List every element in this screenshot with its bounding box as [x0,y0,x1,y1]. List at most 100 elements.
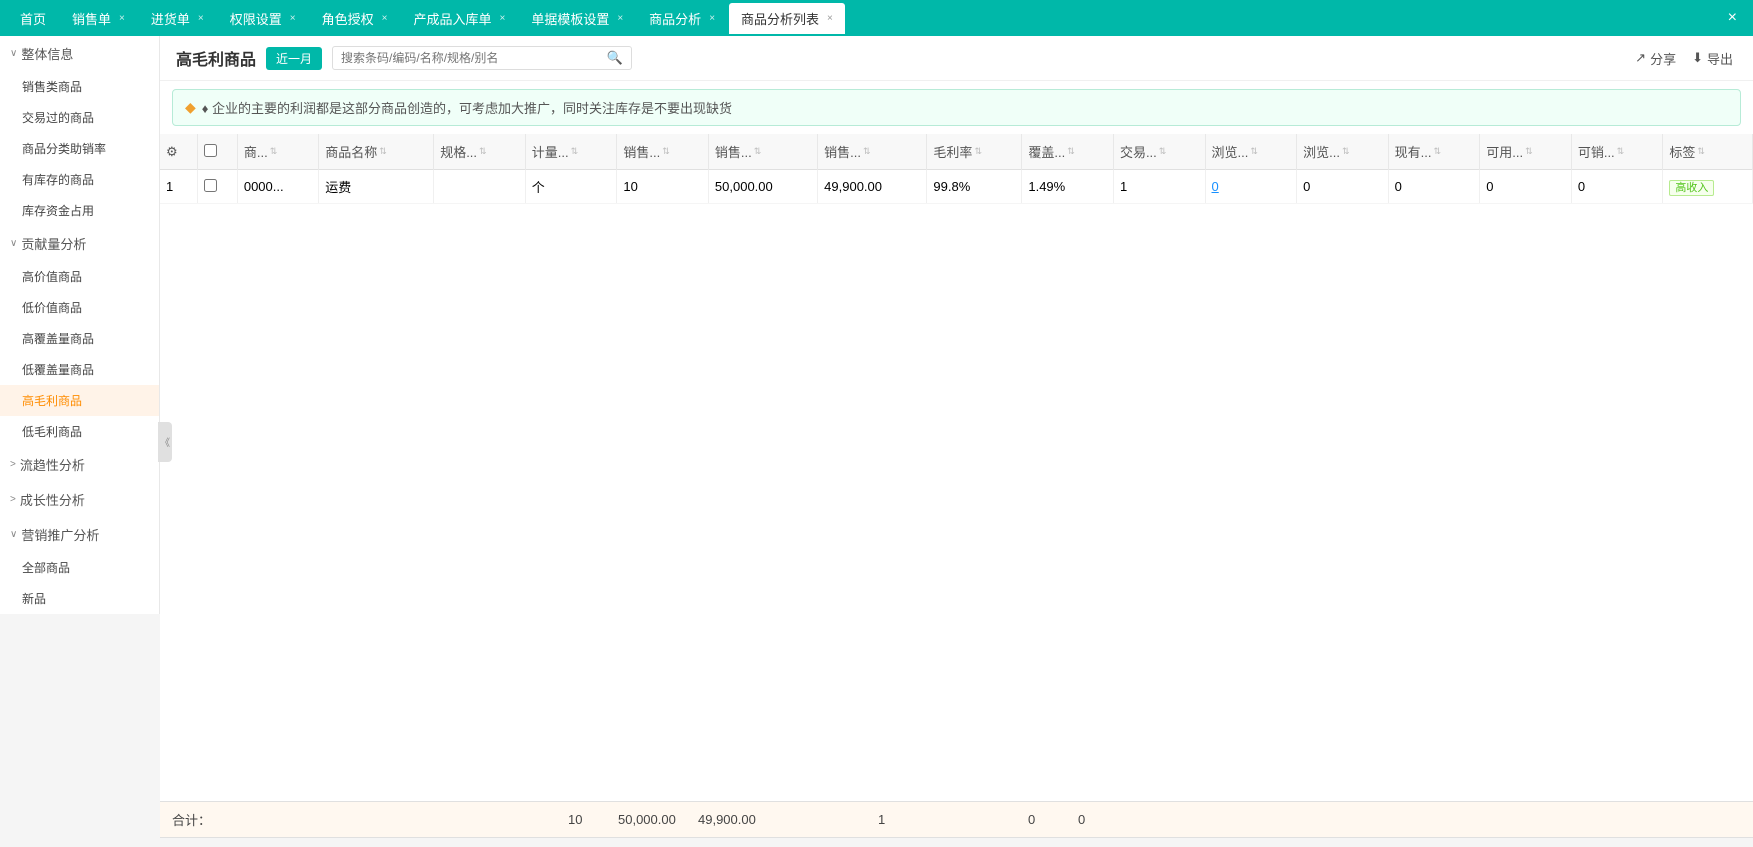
nav-close-icon-8[interactable]: × [827,13,833,24]
sort-icon-gross_margin[interactable]: ⇅ [974,146,982,157]
sidebar-item-0-2[interactable]: 商品分类助销率 [0,133,159,164]
nav-item-1[interactable]: 销售单× [60,3,137,34]
col-header-unit[interactable]: 计量...⇅ [525,134,617,170]
search-icon[interactable]: 🔍 [607,50,623,66]
col-header-sellable_stock[interactable]: 可销...⇅ [1571,134,1663,170]
close-window-button[interactable]: × [1720,5,1745,31]
sidebar-section-0[interactable]: ∨整体信息 [0,36,159,71]
nav-item-0[interactable]: 首页 [8,3,58,34]
sidebar-item-1-5[interactable]: 低毛利商品 [0,416,159,447]
table-container[interactable]: ⚙商...⇅商品名称⇅规格...⇅计量...⇅销售...⇅销售...⇅销售...… [160,134,1753,801]
cell-sellable_stock: 0 [1571,170,1663,204]
col-header-tag[interactable]: 标签⇅ [1663,134,1753,170]
select-all-checkbox[interactable] [204,144,217,157]
nav-close-icon-4[interactable]: × [382,13,388,24]
nav-close-icon-2[interactable]: × [198,13,204,24]
sidebar-item-0-0[interactable]: 销售类商品 [0,71,159,102]
footer-cell-3 [352,812,452,827]
cell-link-browse1[interactable]: 0 [1212,179,1219,194]
sort-icon-spec[interactable]: ⇅ [479,146,487,157]
sort-icon-code[interactable]: ⇅ [270,146,278,157]
settings-icon[interactable]: ⚙ [166,144,178,159]
sidebar-collapse-button[interactable]: 《 [158,422,172,462]
col-header-sales_qty[interactable]: 销售...⇅ [617,134,709,170]
sidebar-item-1-3[interactable]: 低覆盖量商品 [0,354,159,385]
sidebar-item-0-3[interactable]: 有库存的商品 [0,164,159,195]
nav-close-icon-3[interactable]: × [290,13,296,24]
sidebar: ∨整体信息销售类商品交易过的商品商品分类助销率有库存的商品库存资金占用∨贡献量分… [0,36,160,614]
section-arrow-icon: > [10,494,16,505]
nav-item-4[interactable]: 角色授权× [310,3,400,34]
search-input[interactable] [341,51,603,65]
sidebar-item-0-1[interactable]: 交易过的商品 [0,102,159,133]
cell-coverage: 1.49% [1022,170,1114,204]
col-header-name[interactable]: 商品名称⇅ [319,134,434,170]
sort-icon-current_stock[interactable]: ⇅ [1434,146,1442,157]
sidebar-section-1[interactable]: ∨贡献量分析 [0,226,159,261]
sort-icon-sales_amount[interactable]: ⇅ [754,146,762,157]
content-area: 高毛利商品 近一月 🔍 ↗ 分享 ⬇ 导出 ◆ ♦ 企业的主要的利润都是这部分商… [160,36,1753,847]
nav-item-8[interactable]: 商品分析列表× [729,3,845,34]
col-header-coverage[interactable]: 覆盖...⇅ [1022,134,1114,170]
table-row: 10000...运费个1050,000.0049,900.0099.8%1.49… [160,170,1753,204]
footer-cell-16 [1122,812,1172,827]
sidebar-section-2[interactable]: >流趋性分析 [0,447,159,482]
sidebar-section-4[interactable]: ∨营销推广分析 [0,517,159,552]
main-layout: ∨整体信息销售类商品交易过的商品商品分类助销率有库存的商品库存资金占用∨贡献量分… [0,36,1753,847]
col-header-browse1[interactable]: 浏览...⇅ [1205,134,1297,170]
col-header-settings[interactable]: ⚙ [160,134,197,170]
col-header-current_stock[interactable]: 现有...⇅ [1388,134,1480,170]
col-label-code: 商... [244,142,268,161]
sidebar-item-1-1[interactable]: 低价值商品 [0,292,159,323]
sort-icon-sellable_stock[interactable]: ⇅ [1617,146,1625,157]
sidebar-item-0-4[interactable]: 库存资金占用 [0,195,159,226]
cell-available_stock: 0 [1480,170,1572,204]
sidebar-item-4-1[interactable]: 新品 [0,583,159,614]
share-button[interactable]: ↗ 分享 [1631,47,1680,70]
share-icon: ↗ [1635,50,1646,66]
sort-icon-available_stock[interactable]: ⇅ [1525,146,1533,157]
nav-item-5[interactable]: 产成品入库单× [401,3,517,34]
col-header-sales_amount[interactable]: 销售...⇅ [708,134,817,170]
nav-close-icon-7[interactable]: × [709,13,715,24]
sort-icon-sales_profit[interactable]: ⇅ [863,146,871,157]
col-header-transaction[interactable]: 交易...⇅ [1113,134,1205,170]
sort-icon-name[interactable]: ⇅ [379,146,387,157]
sort-icon-browse2[interactable]: ⇅ [1342,146,1350,157]
sidebar-item-1-0[interactable]: 高价值商品 [0,261,159,292]
sidebar-item-1-4[interactable]: 高毛利商品 [0,385,159,416]
export-button[interactable]: ⬇ 导出 [1688,47,1737,70]
sort-icon-unit[interactable]: ⇅ [571,146,579,157]
sort-icon-tag[interactable]: ⇅ [1697,146,1705,157]
col-label-transaction: 交易... [1120,142,1157,161]
sort-icon-browse1[interactable]: ⇅ [1250,146,1258,157]
sidebar-section-3[interactable]: >成长性分析 [0,482,159,517]
col-label-unit: 计量... [532,142,569,161]
col-header-gross_margin[interactable]: 毛利率⇅ [927,134,1022,170]
nav-item-6[interactable]: 单据模板设置× [519,3,635,34]
bottom-scrollbar[interactable] [160,837,1753,847]
nav-close-icon-1[interactable]: × [119,13,125,24]
row-checkbox-0[interactable] [204,179,217,192]
col-header-sales_profit[interactable]: 销售...⇅ [818,134,927,170]
sort-icon-coverage[interactable]: ⇅ [1067,146,1075,157]
sidebar-item-1-2[interactable]: 高覆盖量商品 [0,323,159,354]
time-filter-button[interactable]: 近一月 [266,47,322,70]
col-label-gross_margin: 毛利率 [933,142,972,161]
nav-item-3[interactable]: 权限设置× [218,3,308,34]
cell-unit: 个 [525,170,617,204]
nav-close-icon-6[interactable]: × [617,13,623,24]
col-header-browse2[interactable]: 浏览...⇅ [1297,134,1389,170]
sidebar-item-4-0[interactable]: 全部商品 [0,552,159,583]
cell-code: 0000... [237,170,318,204]
footer-cell-11: 1 [872,812,922,827]
col-header-available_stock[interactable]: 可用...⇅ [1480,134,1572,170]
col-header-spec[interactable]: 规格...⇅ [434,134,526,170]
nav-close-icon-5[interactable]: × [499,13,505,24]
nav-item-7[interactable]: 商品分析× [637,3,727,34]
col-header-checkbox[interactable] [197,134,237,170]
sort-icon-sales_qty[interactable]: ⇅ [662,146,670,157]
sort-icon-transaction[interactable]: ⇅ [1159,146,1167,157]
nav-item-2[interactable]: 进货单× [139,3,216,34]
col-header-code[interactable]: 商...⇅ [237,134,318,170]
